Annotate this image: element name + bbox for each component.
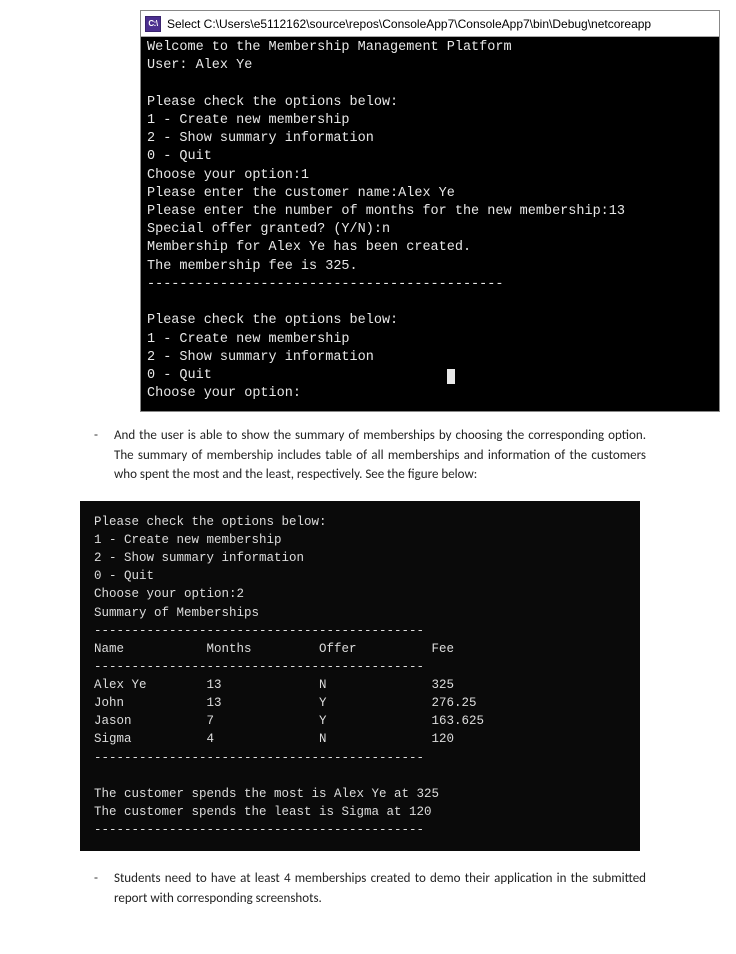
explanatory-paragraph-2: - Students need to have at least 4 membe…	[90, 869, 646, 908]
explanatory-paragraph-1: - And the user is able to show the summa…	[90, 426, 646, 485]
console-window-2: Please check the options below: 1 - Crea…	[80, 501, 640, 851]
window-title: Select C:\Users\e5112162\source\repos\Co…	[167, 17, 651, 31]
bullet-dash: -	[90, 426, 98, 443]
title-bar: C:\ Select C:\Users\e5112162\source\repo…	[141, 11, 719, 37]
console-output-1: Welcome to the Membership Management Pla…	[141, 37, 719, 411]
paragraph-text: Students need to have at least 4 members…	[114, 869, 646, 908]
paragraph-text: And the user is able to show the summary…	[114, 426, 646, 485]
console-window-1: C:\ Select C:\Users\e5112162\source\repo…	[140, 10, 720, 412]
cmd-icon: C:\	[145, 16, 161, 32]
text-cursor	[447, 369, 455, 384]
bullet-dash: -	[90, 869, 98, 886]
